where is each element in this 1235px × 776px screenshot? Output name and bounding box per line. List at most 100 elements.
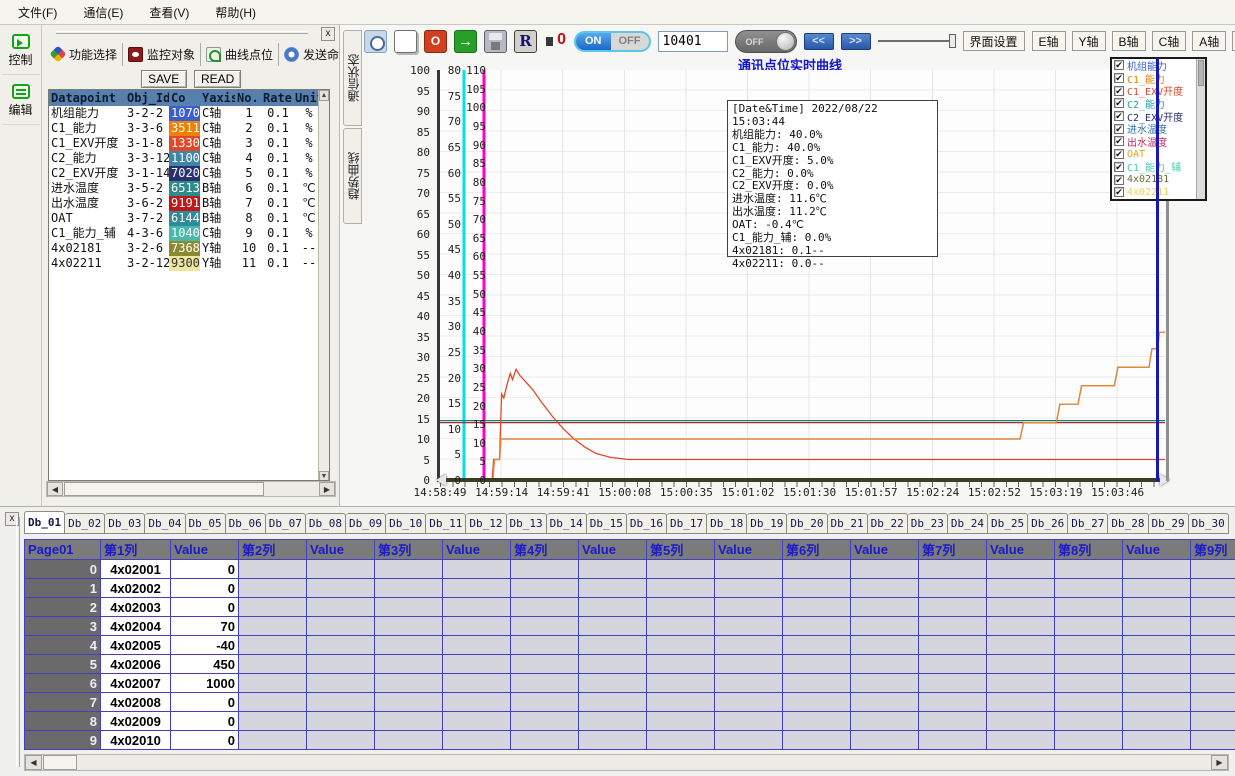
table-row[interactable]: 94x020100 — [25, 731, 1235, 750]
tab-Db_02[interactable]: Db_02 — [65, 513, 105, 534]
empty-cell[interactable] — [375, 655, 443, 674]
tab-Db_01[interactable]: Db_01 — [24, 511, 65, 534]
register-name-cell[interactable]: 4x02006 — [101, 655, 171, 674]
empty-cell[interactable] — [579, 674, 647, 693]
register-name-cell[interactable]: 4x02008 — [101, 693, 171, 712]
tab-Db_23[interactable]: Db_23 — [908, 513, 948, 534]
legend-checkbox[interactable]: ✔ — [1114, 98, 1124, 108]
empty-cell[interactable] — [919, 560, 987, 579]
save-button[interactable]: SAVE — [141, 70, 187, 88]
register-value-cell[interactable]: 0 — [171, 579, 239, 598]
empty-cell[interactable] — [919, 693, 987, 712]
register-name-cell[interactable]: 4x02003 — [101, 598, 171, 617]
copy-document-icon[interactable] — [394, 30, 417, 53]
control-button[interactable]: 控制 — [2, 27, 40, 75]
legend-checkbox[interactable]: ✔ — [1114, 187, 1124, 197]
empty-cell[interactable] — [443, 693, 511, 712]
tab-Db_09[interactable]: Db_09 — [346, 513, 386, 534]
axis-button[interactable]: C轴 — [1152, 31, 1187, 51]
table-row[interactable]: 44x02005-40 — [25, 636, 1235, 655]
empty-cell[interactable] — [511, 712, 579, 731]
db-scrollbar-thumb[interactable] — [43, 755, 77, 770]
empty-cell[interactable] — [579, 731, 647, 750]
table-row[interactable]: 34x0200470 — [25, 617, 1235, 636]
zoom-slider[interactable] — [878, 33, 956, 49]
tab-trend-curve[interactable]: 趋势曲线 — [343, 128, 362, 224]
db-scroll-left-arrow-icon[interactable]: ◀ — [25, 755, 42, 770]
axis-button[interactable]: Y轴 — [1072, 31, 1106, 51]
empty-cell[interactable] — [307, 655, 375, 674]
empty-cell[interactable] — [1191, 560, 1235, 579]
tab-Db_28[interactable]: Db_28 — [1108, 513, 1148, 534]
tab-Db_18[interactable]: Db_18 — [707, 513, 747, 534]
table-row[interactable]: 4x021813-2-67368Y轴100.1-- — [49, 241, 329, 256]
empty-cell[interactable] — [851, 598, 919, 617]
empty-cell[interactable] — [1123, 693, 1191, 712]
empty-cell[interactable] — [715, 636, 783, 655]
legend-checkbox[interactable]: ✔ — [1114, 60, 1124, 70]
panel-horizontal-scrollbar[interactable]: ◀ ▶ — [46, 481, 336, 497]
table-row[interactable]: 出水温度3-6-29191B轴70.1℃ — [49, 196, 329, 211]
empty-cell[interactable] — [443, 617, 511, 636]
table-row[interactable]: C2_EXV开度3-1-147020C轴50.1% — [49, 166, 329, 181]
empty-cell[interactable] — [375, 617, 443, 636]
empty-cell[interactable] — [239, 617, 307, 636]
empty-cell[interactable] — [851, 712, 919, 731]
empty-cell[interactable] — [579, 655, 647, 674]
empty-cell[interactable] — [919, 636, 987, 655]
legend-checkbox[interactable]: ✔ — [1114, 149, 1124, 159]
empty-cell[interactable] — [851, 636, 919, 655]
tab-Db_24[interactable]: Db_24 — [948, 513, 988, 534]
empty-cell[interactable] — [783, 636, 851, 655]
stop-icon[interactable]: O — [424, 30, 447, 53]
tab-Db_26[interactable]: Db_26 — [1028, 513, 1068, 534]
register-name-cell[interactable]: 4x02010 — [101, 731, 171, 750]
panel-tab[interactable]: 曲线点位 — [201, 43, 279, 66]
empty-cell[interactable] — [579, 712, 647, 731]
register-value-cell[interactable]: 0 — [171, 693, 239, 712]
empty-cell[interactable] — [647, 731, 715, 750]
tab-Db_04[interactable]: Db_04 — [145, 513, 185, 534]
empty-cell[interactable] — [987, 579, 1055, 598]
empty-cell[interactable] — [239, 655, 307, 674]
empty-cell[interactable] — [307, 579, 375, 598]
empty-cell[interactable] — [783, 655, 851, 674]
empty-cell[interactable] — [511, 579, 579, 598]
empty-cell[interactable] — [783, 693, 851, 712]
empty-cell[interactable] — [239, 636, 307, 655]
table-row[interactable]: 64x020071000 — [25, 674, 1235, 693]
db-panel-grip[interactable] — [16, 517, 20, 767]
empty-cell[interactable] — [987, 617, 1055, 636]
menu-item[interactable]: 通信(E) — [71, 1, 135, 24]
tab-Db_05[interactable]: Db_05 — [186, 513, 226, 534]
empty-cell[interactable] — [511, 674, 579, 693]
empty-cell[interactable] — [783, 712, 851, 731]
empty-cell[interactable] — [1055, 655, 1123, 674]
record-r-button[interactable]: R — [514, 30, 537, 53]
tab-Db_22[interactable]: Db_22 — [868, 513, 908, 534]
legend-scrollbar-thumb[interactable] — [1198, 60, 1204, 86]
legend-checkbox[interactable]: ✔ — [1114, 73, 1124, 83]
empty-cell[interactable] — [715, 731, 783, 750]
register-value-cell[interactable]: 70 — [171, 617, 239, 636]
empty-cell[interactable] — [783, 560, 851, 579]
tab-Db_25[interactable]: Db_25 — [988, 513, 1028, 534]
empty-cell[interactable] — [987, 655, 1055, 674]
empty-cell[interactable] — [307, 598, 375, 617]
panel-grip[interactable] — [56, 31, 308, 34]
empty-cell[interactable] — [919, 731, 987, 750]
empty-cell[interactable] — [239, 598, 307, 617]
ui-settings-button[interactable]: 界面设置 — [963, 31, 1025, 51]
empty-cell[interactable] — [511, 560, 579, 579]
tab-Db_03[interactable]: Db_03 — [105, 513, 145, 534]
empty-cell[interactable] — [307, 617, 375, 636]
slider-handle[interactable] — [949, 34, 956, 48]
register-value-cell[interactable]: 1000 — [171, 674, 239, 693]
empty-cell[interactable] — [715, 674, 783, 693]
prev-button[interactable]: << — [804, 33, 834, 50]
chart-cursor-line[interactable] — [1156, 58, 1159, 481]
table-row[interactable]: 54x02006450 — [25, 655, 1235, 674]
register-name-cell[interactable]: 4x02007 — [101, 674, 171, 693]
table-row[interactable]: 进水温度3-5-26513B轴60.1℃ — [49, 181, 329, 196]
tab-Db_20[interactable]: Db_20 — [787, 513, 827, 534]
